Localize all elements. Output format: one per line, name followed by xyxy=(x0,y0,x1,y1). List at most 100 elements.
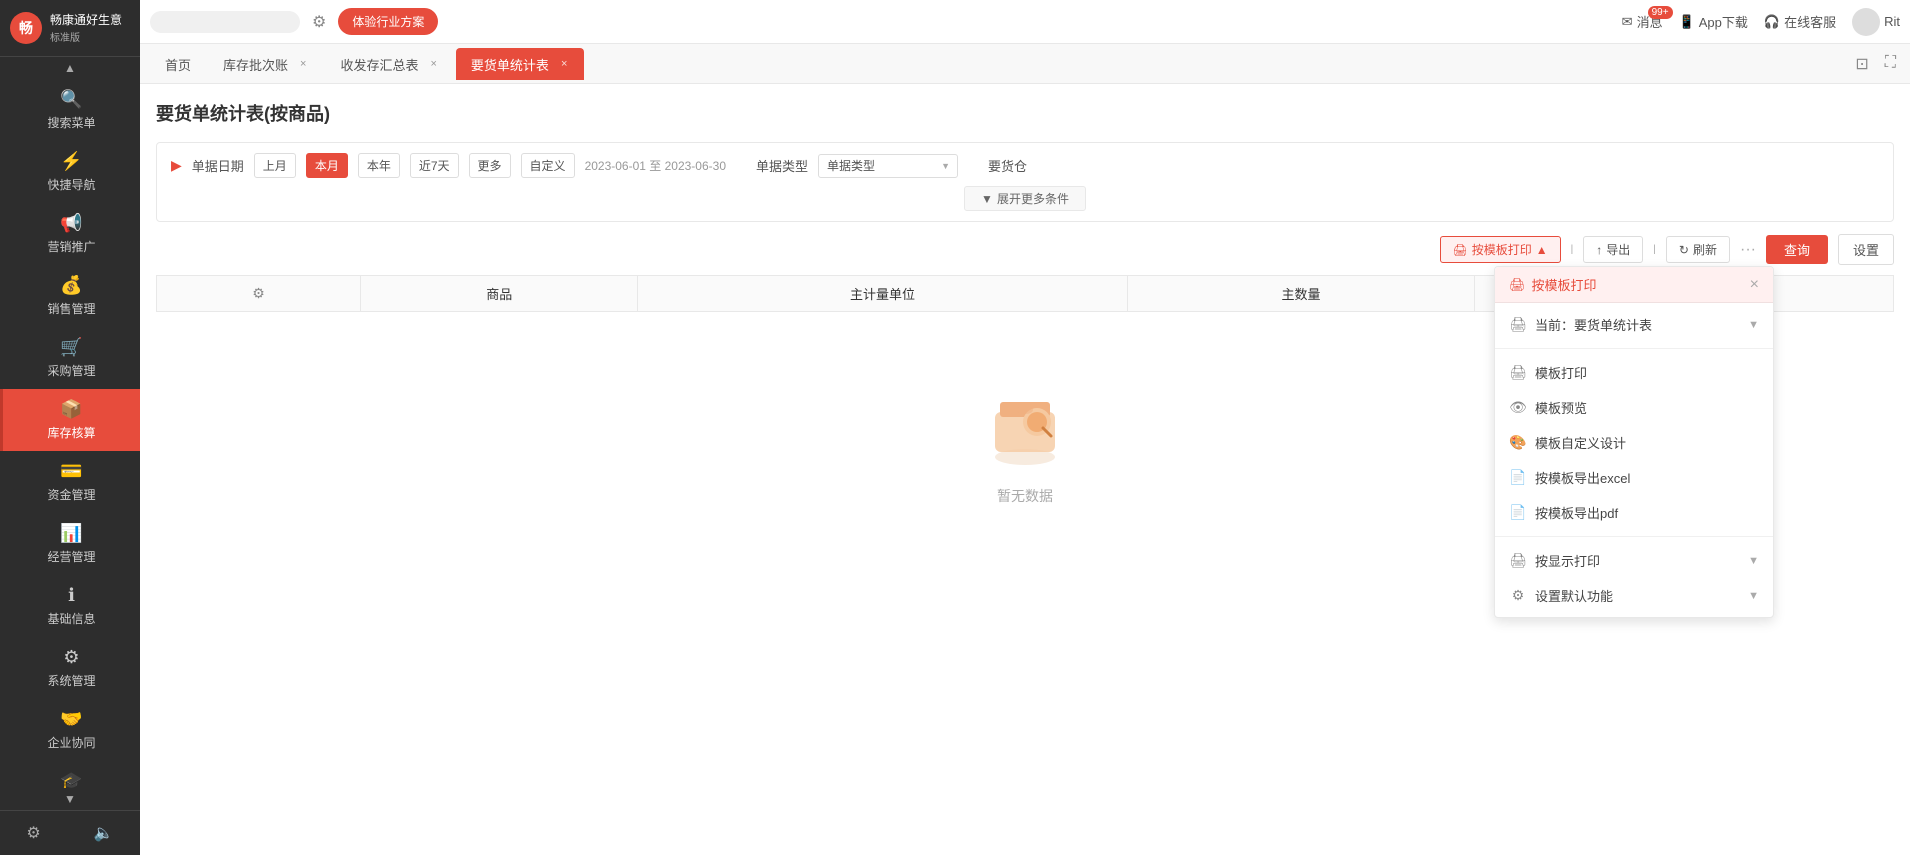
sidebar-item-quick-nav[interactable]: ⚡ 快捷导航 xyxy=(0,141,140,203)
tab-receipt-close-btn[interactable]: × xyxy=(428,58,438,70)
expand-row: ▼ 展开更多条件 xyxy=(171,186,1879,211)
window-maximize-btn[interactable]: ⛶ xyxy=(1881,54,1900,74)
print-dropdown-close-btn[interactable]: × xyxy=(1750,276,1759,294)
experience-btn[interactable]: 体验行业方案 xyxy=(338,8,438,35)
type-select[interactable]: 单据类型 xyxy=(818,154,958,178)
online-service-label: 在线客服 xyxy=(1784,12,1836,31)
dropdown-section-current: 🖨 当前：要货单统计表 ▼ xyxy=(1495,303,1773,346)
search-menu-icon: 🔍 xyxy=(60,89,82,110)
topbar-right: ✉ 消息 99+ 📱 App下载 🎧 在线客服 Rit xyxy=(1622,8,1900,36)
template-preview-label: 模板预览 xyxy=(1535,398,1587,417)
sidebar-item-system[interactable]: ⚙ 系统管理 xyxy=(0,637,140,699)
sidebar-item-search[interactable]: 🔍 搜索菜单 xyxy=(0,79,140,141)
current-chevron-icon: ▼ xyxy=(1748,319,1759,331)
tab-batch-close-btn[interactable]: × xyxy=(298,58,308,70)
date-btn-last-month[interactable]: 上月 xyxy=(254,153,296,178)
filter-collapse-icon[interactable]: ▶ xyxy=(171,157,182,174)
filter-bar: ▶ 单据日期 上月 本月 本年 近7天 更多 自定义 2023-06-01 至 … xyxy=(156,142,1894,222)
scroll-up-btn[interactable]: ▲ xyxy=(0,57,140,79)
toolbar-separator-1: | xyxy=(1571,244,1574,255)
export-pdf-label: 按模板导出pdf xyxy=(1535,503,1618,522)
enterprise-icon: 🤝 xyxy=(60,709,82,730)
speaker-bottom-icon[interactable]: 🔈 xyxy=(86,819,122,847)
sidebar-item-label: 基础信息 xyxy=(47,610,95,627)
tab-batch-account[interactable]: 库存批次账 × xyxy=(208,48,323,80)
tab-order-close-btn[interactable]: × xyxy=(559,58,569,70)
window-restore-btn[interactable]: ⊡ xyxy=(1851,54,1872,74)
date-btn-this-year[interactable]: 本年 xyxy=(358,153,400,178)
sidebar-item-sales[interactable]: 💰 销售管理 xyxy=(0,265,140,327)
tab-receipt-summary[interactable]: 收发存汇总表 × xyxy=(325,48,453,80)
topbar-search-input[interactable] xyxy=(150,11,300,33)
table-col-goods: 商品 xyxy=(361,276,638,312)
date-btn-this-month[interactable]: 本月 xyxy=(306,153,348,178)
sidebar-item-newbie[interactable]: 🎓 新手引导 xyxy=(0,761,140,788)
sidebar-bottom: ⚙ 🔈 xyxy=(0,810,140,855)
dropdown-template-preview-item[interactable]: 👁 模板预览 xyxy=(1495,390,1773,425)
scroll-down-btn[interactable]: ▼ xyxy=(0,788,140,810)
date-range-display: 2023-06-01 至 2023-06-30 xyxy=(585,157,726,174)
online-service-btn[interactable]: 🎧 在线客服 xyxy=(1764,12,1836,31)
marketing-icon: 📢 xyxy=(60,213,82,234)
current-template-icon: 🖨 xyxy=(1509,316,1527,333)
settings-btn[interactable]: 设置 xyxy=(1838,234,1894,265)
more-btn[interactable]: ··· xyxy=(1740,241,1756,259)
sidebar-item-inventory[interactable]: 📦 库存核算 xyxy=(0,389,140,451)
current-template-label: 当前：要货单统计表 xyxy=(1535,315,1652,334)
tabs-bar: 首页 库存批次账 × 收发存汇总表 × 要货单统计表 × ⊡ ⛶ xyxy=(140,44,1910,84)
topbar-gear-icon[interactable]: ⚙ xyxy=(312,12,326,32)
refresh-label: 刷新 xyxy=(1693,241,1717,258)
export-btn[interactable]: ↑ 导出 xyxy=(1583,236,1643,263)
sidebar-item-marketing[interactable]: 📢 营销推广 xyxy=(0,203,140,265)
dropdown-export-excel-item[interactable]: 📄 按模板导出excel xyxy=(1495,460,1773,495)
sidebar-item-purchase[interactable]: 🛒 采购管理 xyxy=(0,327,140,389)
messages-btn[interactable]: ✉ 消息 99+ xyxy=(1622,12,1663,31)
sidebar-item-finance[interactable]: 💳 资金管理 xyxy=(0,451,140,513)
app-download-btn[interactable]: 📱 App下载 xyxy=(1679,12,1748,31)
page-title: 要货单统计表(按商品) xyxy=(156,100,1894,126)
purchase-icon: 🛒 xyxy=(60,337,82,358)
dropdown-export-pdf-item[interactable]: 📄 按模板导出pdf xyxy=(1495,495,1773,530)
sidebar-item-basic[interactable]: ℹ 基础信息 xyxy=(0,575,140,637)
sidebar-item-enterprise[interactable]: 🤝 企业协同 xyxy=(0,699,140,761)
sidebar-item-label: 采购管理 xyxy=(47,362,95,379)
settings-bottom-icon[interactable]: ⚙ xyxy=(18,819,48,847)
print-label: 按模板打印 xyxy=(1472,241,1532,258)
table-col-settings-icon[interactable]: ⚙ xyxy=(252,285,265,301)
dropdown-set-default-item[interactable]: ⚙ 设置默认功能 ▼ xyxy=(1495,578,1773,613)
operations-icon: 📊 xyxy=(60,523,82,544)
app-name: 畅康通好生意 xyxy=(50,12,122,29)
logo-icon: 畅 xyxy=(10,12,42,44)
print-arrow-icon: ▲ xyxy=(1536,243,1548,257)
tab-batch-label: 库存批次账 xyxy=(223,55,288,74)
dropdown-template-design-item[interactable]: 🎨 模板自定义设计 xyxy=(1495,425,1773,460)
dropdown-current-template-item[interactable]: 🖨 当前：要货单统计表 ▼ xyxy=(1495,307,1773,342)
app-download-label: App下载 xyxy=(1699,12,1748,31)
user-avatar-area[interactable]: Rit xyxy=(1852,8,1900,36)
sidebar-item-operations[interactable]: 📊 经营管理 xyxy=(0,513,140,575)
sidebar-item-label: 销售管理 xyxy=(47,300,95,317)
type-filter-label: 单据类型 xyxy=(756,156,808,175)
dropdown-display-print-item[interactable]: 🖨 按显示打印 ▼ xyxy=(1495,543,1773,578)
tab-receipt-label: 收发存汇总表 xyxy=(340,55,418,74)
query-btn[interactable]: 查询 xyxy=(1766,235,1828,264)
inventory-icon: 📦 xyxy=(60,399,82,420)
tab-order-stats[interactable]: 要货单统计表 × xyxy=(456,48,584,80)
date-btn-custom[interactable]: 自定义 xyxy=(521,153,575,178)
user-avatar xyxy=(1852,8,1880,36)
refresh-btn[interactable]: ↻ 刷新 xyxy=(1666,236,1730,263)
set-default-label: 设置默认功能 xyxy=(1535,586,1613,605)
tab-home[interactable]: 首页 xyxy=(150,48,206,80)
expand-icon: ▼ xyxy=(981,192,993,206)
print-template-btn[interactable]: 🖨 按模板打印 ▲ xyxy=(1440,236,1561,263)
date-btn-more[interactable]: 更多 xyxy=(469,153,511,178)
expand-conditions-btn[interactable]: ▼ 展开更多条件 xyxy=(964,186,1086,211)
display-print-chevron-icon: ▼ xyxy=(1748,555,1759,567)
dropdown-divider-2 xyxy=(1495,536,1773,537)
print-dropdown-icon: 🖨 xyxy=(1509,277,1526,293)
messages-badge: 99+ xyxy=(1648,6,1673,19)
export-label: 导出 xyxy=(1606,241,1630,258)
date-btn-7days[interactable]: 近7天 xyxy=(410,153,459,178)
dropdown-template-print-item[interactable]: 🖨 模板打印 xyxy=(1495,355,1773,390)
table-col-settings: ⚙ xyxy=(157,276,361,312)
